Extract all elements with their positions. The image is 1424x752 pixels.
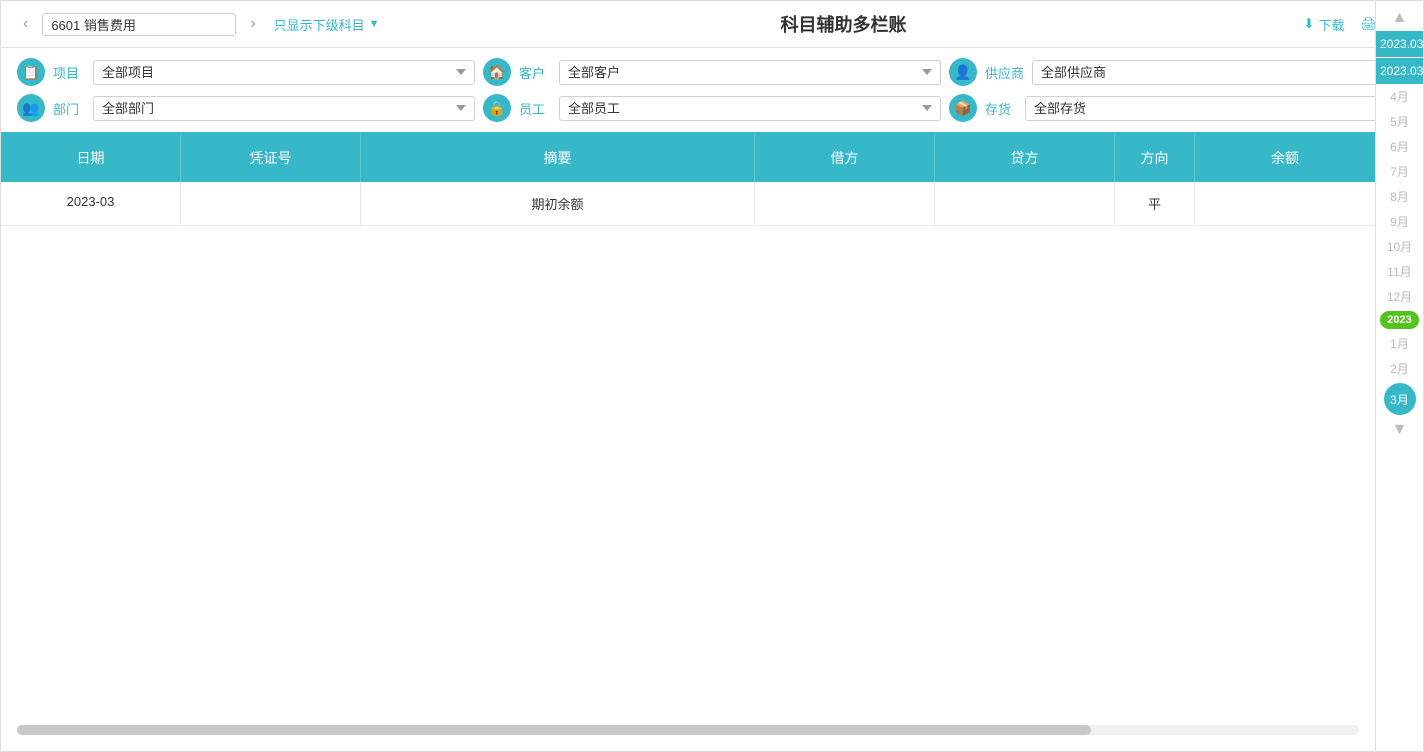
timeline-month-5[interactable]: 5月 <box>1376 109 1423 134</box>
timeline-month-1[interactable]: 1月 <box>1376 331 1423 356</box>
horizontal-scrollbar[interactable] <box>17 725 1359 735</box>
employee-icon: 🔒 <box>483 94 511 122</box>
timeline-month-4[interactable]: 4月 <box>1376 84 1423 109</box>
download-icon: ⬇ <box>1304 16 1315 32</box>
cell-debit <box>755 182 935 225</box>
download-label: 下载 <box>1318 15 1344 34</box>
project-icon: 📋 <box>17 58 45 86</box>
timeline: ▲ 2023.03 2023.03 4月 5月 6月 7月 8月 9月 10月 … <box>1375 1 1423 751</box>
timeline-header-2[interactable]: 2023.03 <box>1376 58 1423 84</box>
table-row: 2023-03 期初余额 平 <box>1 182 1375 226</box>
page-title: 科目辅助多栏账 <box>392 11 1296 37</box>
timeline-up-btn[interactable]: ▲ <box>1388 5 1412 31</box>
timeline-month-11[interactable]: 11月 <box>1376 259 1423 284</box>
supplier-icon: 👤 <box>949 58 977 86</box>
project-label: 项目 <box>53 63 85 82</box>
timeline-month-10[interactable]: 10月 <box>1376 234 1423 259</box>
timeline-month-8[interactable]: 8月 <box>1376 184 1423 209</box>
timeline-down-btn[interactable]: ▼ <box>1388 417 1412 443</box>
show-sub-label: 只显示下级科目 <box>274 15 365 34</box>
main-content: 日期 凭证号 摘要 借方 贷方 方向 余额 2023-03 期初余额 平 <box>1 132 1375 226</box>
project-select[interactable]: 全部项目 <box>93 60 475 85</box>
employee-select[interactable]: 全部员工 <box>559 96 941 121</box>
scroll-thumb <box>17 725 1091 735</box>
col-direction: 方向 <box>1115 134 1195 182</box>
timeline-month-2[interactable]: 2月 <box>1376 356 1423 381</box>
table-container: 日期 凭证号 摘要 借方 贷方 方向 余额 2023-03 期初余额 平 <box>1 132 1375 226</box>
filter-customer: 🏠 客户 全部客户 <box>483 58 941 86</box>
inventory-label: 存货 <box>985 99 1017 118</box>
supplier-label: 供应商 <box>985 63 1024 82</box>
cell-balance <box>1195 182 1375 225</box>
department-icon: 👥 <box>17 94 45 122</box>
col-voucher: 凭证号 <box>181 134 361 182</box>
col-credit: 贷方 <box>935 134 1115 182</box>
department-select[interactable]: 全部部门 <box>93 96 475 121</box>
department-label: 部门 <box>53 99 85 118</box>
show-sub-btn[interactable]: 只显示下级科目 ▼ <box>270 15 384 34</box>
filter-project: 📋 项目 全部项目 <box>17 58 475 86</box>
cell-direction: 平 <box>1115 182 1195 225</box>
timeline-header-1[interactable]: 2023.03 <box>1376 31 1423 57</box>
timeline-month-6[interactable]: 6月 <box>1376 134 1423 159</box>
col-date: 日期 <box>1 134 181 182</box>
cell-credit <box>935 182 1115 225</box>
inventory-icon: 📦 <box>949 94 977 122</box>
timeline-year-2023[interactable]: 2023 <box>1380 311 1419 329</box>
inventory-select[interactable]: 全部存货 <box>1025 96 1407 121</box>
cell-voucher <box>181 182 361 225</box>
filters-area: 📋 项目 全部项目 🏠 客户 全部客户 👤 供应商 全部供应商 👥 部门 全 <box>1 48 1423 132</box>
col-balance: 余额 <box>1195 134 1375 182</box>
account-code-input[interactable] <box>42 13 236 36</box>
supplier-select[interactable]: 全部供应商 <box>1032 60 1407 85</box>
timeline-month-7[interactable]: 7月 <box>1376 159 1423 184</box>
chevron-down-icon: ▼ <box>369 18 380 30</box>
col-summary: 摘要 <box>361 134 755 182</box>
customer-select[interactable]: 全部客户 <box>559 60 941 85</box>
cell-summary: 期初余额 <box>361 182 755 225</box>
timeline-month-9[interactable]: 9月 <box>1376 209 1423 234</box>
prev-account-btn[interactable]: ‹ <box>17 13 34 35</box>
filter-employee: 🔒 员工 全部员工 <box>483 94 941 122</box>
timeline-month-12[interactable]: 12月 <box>1376 284 1423 309</box>
timeline-month-3-active[interactable]: 3月 <box>1384 383 1416 415</box>
table-header: 日期 凭证号 摘要 借方 贷方 方向 余额 <box>1 134 1375 182</box>
filter-department: 👥 部门 全部部门 <box>17 94 475 122</box>
col-debit: 借方 <box>755 134 935 182</box>
header: ‹ › 只显示下级科目 ▼ 科目辅助多栏账 ⬇ 下载 🖨 打印 ✕ <box>1 1 1423 48</box>
customer-label: 客户 <box>519 63 551 82</box>
cell-date: 2023-03 <box>1 182 181 225</box>
customer-icon: 🏠 <box>483 58 511 86</box>
main-window: ‹ › 只显示下级科目 ▼ 科目辅助多栏账 ⬇ 下载 🖨 打印 ✕ 📋 项目 全… <box>0 0 1424 752</box>
next-account-btn[interactable]: › <box>244 13 261 35</box>
filter-inventory: 📦 存货 全部存货 <box>949 94 1407 122</box>
filter-supplier: 👤 供应商 全部供应商 <box>949 58 1407 86</box>
employee-label: 员工 <box>519 99 551 118</box>
table-body: 2023-03 期初余额 平 <box>1 182 1375 226</box>
download-btn[interactable]: ⬇ 下载 <box>1304 15 1345 34</box>
